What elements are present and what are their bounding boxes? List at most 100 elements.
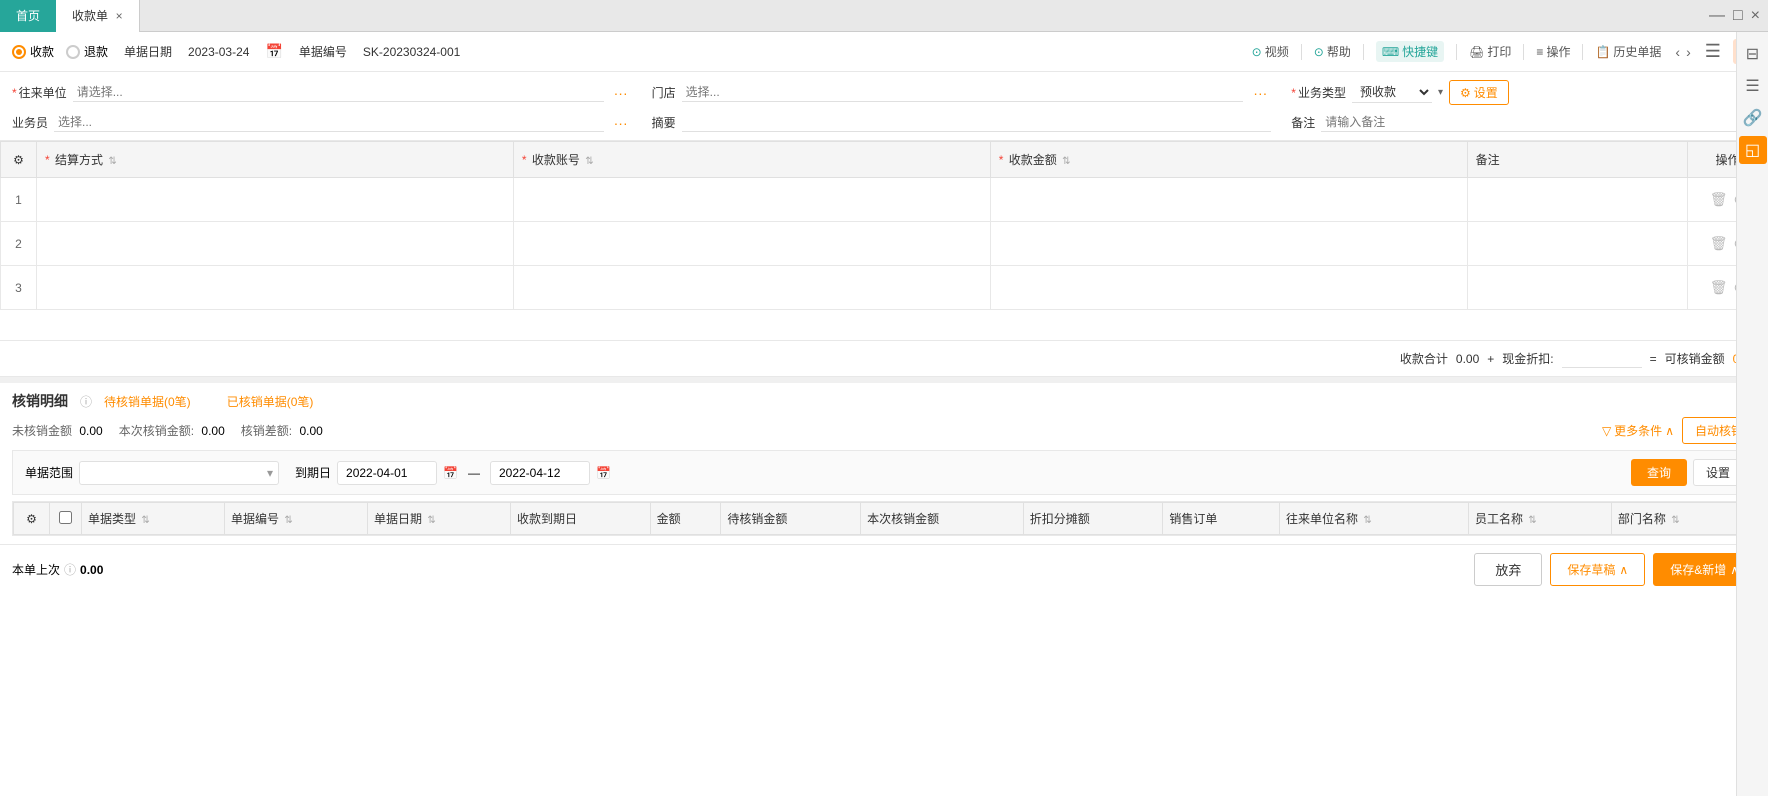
summary-input[interactable]: [682, 113, 1272, 132]
salesperson-more-btn[interactable]: ···: [610, 115, 632, 131]
verify-stats-row: 未核销金额 0.00 本次核销金额: 0.00 核销差额: 0.00 ▽ 更多条…: [12, 417, 1756, 444]
store-field: 门店 ···: [652, 83, 1272, 102]
radio-receive[interactable]: 收款: [12, 43, 54, 60]
help-btn[interactable]: ⊙ 帮助: [1314, 43, 1351, 60]
tab-bar: 首页 收款单 × — □ ×: [0, 0, 1768, 32]
row-remark-2[interactable]: [1467, 222, 1687, 266]
counterparty-more-btn[interactable]: ···: [610, 85, 632, 101]
header-toolbar: 收款 退款 单据日期 2023-03-24 📅 单据编号 SK-20230324…: [0, 32, 1768, 72]
save-draft-btn[interactable]: 保存草稿 ∧: [1550, 553, 1645, 586]
query-btn[interactable]: 查询: [1631, 459, 1687, 486]
history-icon: 📋: [1595, 45, 1610, 59]
discount-label: 现金折扣:: [1502, 350, 1553, 367]
layout-icon[interactable]: ☰: [1705, 41, 1721, 62]
operation-icon: ≡: [1536, 45, 1543, 59]
row-amount-2[interactable]: [990, 222, 1467, 266]
row-amount-1[interactable]: [990, 178, 1467, 222]
settings-gear-icon: ⚙: [1460, 86, 1471, 100]
row-index-2: 2: [1, 222, 37, 266]
main-table-area: ⚙ * 结算方式 ⇅ * 收款账号 ⇅ * 收款金额 ⇅: [0, 141, 1768, 341]
tab-home[interactable]: 首页: [0, 0, 56, 32]
sort-no[interactable]: ⇅: [284, 515, 292, 526]
sort-date[interactable]: ⇅: [427, 515, 435, 526]
bth-settings[interactable]: ⚙: [14, 503, 50, 535]
verify-stats: 未核销金额 0.00 本次核销金额: 0.00 核销差额: 0.00: [12, 422, 323, 439]
row-account-2[interactable]: [513, 222, 990, 266]
info-icon-footer[interactable]: ⓘ: [64, 561, 76, 578]
row-account-3[interactable]: [513, 266, 990, 310]
verify-info-icon[interactable]: ⓘ: [80, 393, 92, 410]
calendar-icon[interactable]: 📅: [265, 43, 282, 60]
minimize-btn[interactable]: —: [1709, 7, 1725, 25]
sort-amount[interactable]: ⇅: [1062, 156, 1070, 167]
video-btn[interactable]: ⊙ 视频: [1252, 43, 1289, 60]
bth-discount: 折扣分摊额: [1023, 503, 1163, 535]
form-row-1: *往来单位 ··· 门店 ··· *业务类型 预收款 ▾: [12, 80, 1756, 105]
operation-btn[interactable]: ≡ 操作: [1536, 43, 1570, 60]
sort-type[interactable]: ⇅: [141, 515, 149, 526]
next-btn[interactable]: ›: [1684, 44, 1693, 60]
tab-receipt[interactable]: 收款单 ×: [56, 0, 140, 32]
th-settings[interactable]: ⚙: [1, 142, 37, 178]
pending-tab[interactable]: 待核销单据(0笔): [104, 393, 191, 410]
sidebar-attachment-icon[interactable]: 🔗: [1739, 104, 1767, 132]
delete-icon-2[interactable]: 🗑: [1710, 235, 1728, 252]
more-conditions-btn[interactable]: ▽ 更多条件 ∧: [1602, 422, 1674, 439]
delete-icon-1[interactable]: 🗑: [1710, 191, 1728, 208]
row-amount-3[interactable]: [990, 266, 1467, 310]
business-type-arrow: ▾: [1438, 87, 1443, 98]
bth-no: 单据编号 ⇅: [224, 503, 367, 535]
row-settlement-2[interactable]: [37, 222, 514, 266]
salesperson-input[interactable]: [54, 113, 604, 132]
store-input[interactable]: [682, 83, 1244, 102]
shortcut-icon: ⌨: [1382, 45, 1399, 59]
history-btn[interactable]: 📋 历史单据: [1595, 43, 1661, 60]
prev-btn[interactable]: ‹: [1673, 44, 1682, 60]
sort-counterparty[interactable]: ⇅: [1363, 515, 1371, 526]
store-more-btn[interactable]: ···: [1249, 85, 1271, 101]
sort-dept[interactable]: ⇅: [1671, 515, 1679, 526]
shortcut-btn[interactable]: ⌨ 快捷键: [1376, 41, 1444, 62]
plus-sign: +: [1487, 352, 1494, 366]
select-all-checkbox[interactable]: [59, 511, 72, 524]
row-account-1[interactable]: [513, 178, 990, 222]
counterparty-input[interactable]: [73, 83, 604, 102]
radio-refund-label: 退款: [84, 43, 108, 60]
sort-settlement[interactable]: ⇅: [108, 156, 116, 167]
bth-checkbox[interactable]: [50, 503, 82, 535]
save-draft-arrow[interactable]: ∧: [1619, 563, 1628, 577]
date-start-input[interactable]: [337, 461, 437, 485]
row-settlement-1[interactable]: [37, 178, 514, 222]
business-type-select[interactable]: 预收款: [1352, 82, 1432, 103]
row-settlement-3[interactable]: [37, 266, 514, 310]
due-date-label: 到期日: [295, 464, 331, 481]
remark-input[interactable]: [1321, 113, 1756, 132]
close-btn[interactable]: ×: [1751, 7, 1760, 25]
bottom-table-header: ⚙ 单据类型 ⇅ 单据编号 ⇅ 单据日期: [14, 503, 1755, 535]
sidebar-list-icon[interactable]: ☰: [1739, 72, 1767, 100]
row-remark-3[interactable]: [1467, 266, 1687, 310]
calendar-end-icon[interactable]: 📅: [596, 466, 611, 480]
print-btn[interactable]: 🖨 打印: [1469, 43, 1511, 60]
row-remark-1[interactable]: [1467, 178, 1687, 222]
sort-employee[interactable]: ⇅: [1528, 515, 1536, 526]
date-end-input[interactable]: [490, 461, 590, 485]
tab-close-icon[interactable]: ×: [116, 9, 123, 23]
maximize-btn[interactable]: □: [1733, 7, 1743, 25]
this-order-label: 本单上次: [12, 561, 60, 578]
abandon-btn[interactable]: 放弃: [1474, 553, 1542, 586]
sidebar-table-icon[interactable]: ⊟: [1739, 40, 1767, 68]
radio-refund[interactable]: 退款: [66, 43, 108, 60]
discount-input[interactable]: [1562, 349, 1642, 368]
print-label: 打印: [1487, 43, 1511, 60]
verified-tab[interactable]: 已核销单据(0笔): [227, 393, 314, 410]
settings-button[interactable]: ⚙ 设置: [1449, 80, 1509, 105]
footer-left: 本单上次 ⓘ 0.00: [12, 561, 103, 578]
divider3: [1456, 44, 1457, 60]
range-select[interactable]: [79, 461, 279, 485]
total-value: 0.00: [1456, 352, 1479, 366]
delete-icon-3[interactable]: 🗑: [1710, 279, 1728, 296]
sort-account[interactable]: ⇅: [585, 156, 593, 167]
calendar-start-icon[interactable]: 📅: [443, 466, 458, 480]
sidebar-active-icon[interactable]: ◱: [1739, 136, 1767, 164]
